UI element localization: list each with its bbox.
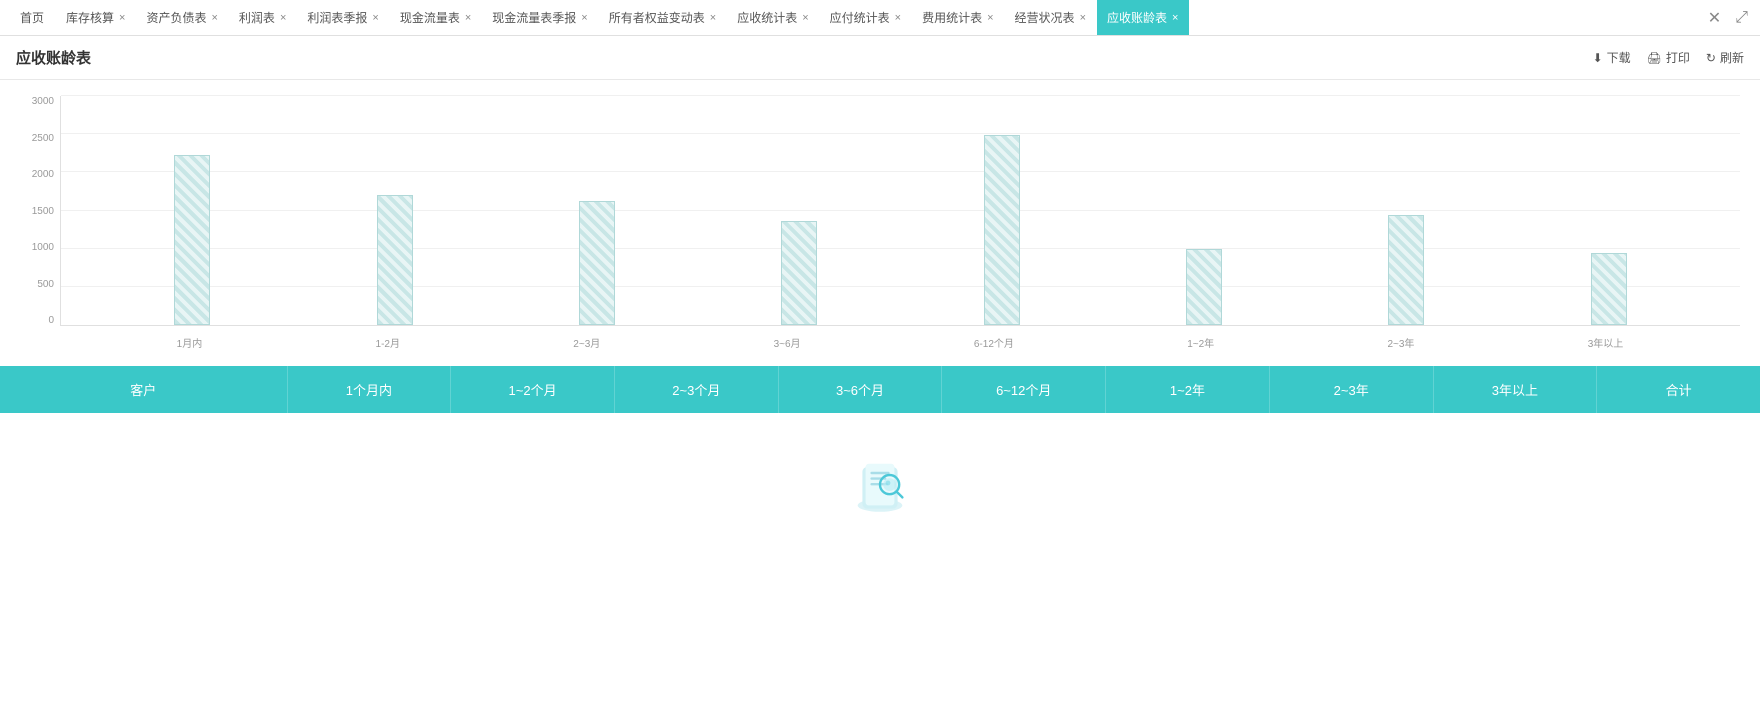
bar-1-2y xyxy=(1186,249,1222,325)
tab-close-icon[interactable]: × xyxy=(710,12,716,24)
maximize-window-button[interactable]: ⤢ xyxy=(1731,7,1752,29)
th-6-12m: 6~12个月 xyxy=(942,366,1106,413)
page-title: 应收账龄表 xyxy=(16,47,91,68)
tab-close-icon[interactable]: × xyxy=(1080,12,1086,24)
close-window-button[interactable]: ✕ xyxy=(1704,6,1725,30)
empty-state xyxy=(0,413,1760,720)
bar-group-2-3m xyxy=(579,201,615,325)
tab-cashflow[interactable]: 现金流量表 × xyxy=(390,0,482,36)
main-content: 0 500 1000 1500 2000 2500 3000 xyxy=(0,80,1760,720)
bar-2-3y xyxy=(1388,215,1424,325)
print-icon: 🖨 xyxy=(1647,51,1662,65)
tab-home[interactable]: 首页 xyxy=(8,9,56,26)
chart-container: 0 500 1000 1500 2000 2500 3000 xyxy=(20,96,1740,356)
tab-balance-sheet[interactable]: 资产负债表 × xyxy=(136,0,228,36)
refresh-button[interactable]: ↻ 刷新 xyxy=(1706,49,1744,66)
th-2-3m: 2~3个月 xyxy=(615,366,779,413)
bars-area xyxy=(61,96,1740,325)
bar-group-3y-plus xyxy=(1591,253,1627,325)
chart-area: 0 500 1000 1500 2000 2500 3000 xyxy=(0,80,1760,366)
x-label-3-6m: 3~6月 xyxy=(774,335,801,350)
th-2-3y: 2~3年 xyxy=(1270,366,1434,413)
tab-equity[interactable]: 所有者权益变动表 × xyxy=(599,0,727,36)
th-3y-plus: 3年以上 xyxy=(1434,366,1598,413)
x-label-1-2m: 1-2月 xyxy=(376,335,400,350)
th-1-2y: 1~2年 xyxy=(1106,366,1270,413)
y-label-1000: 1000 xyxy=(32,242,54,253)
th-1-2m: 1~2个月 xyxy=(451,366,615,413)
print-button[interactable]: 🖨 打印 xyxy=(1647,49,1690,66)
y-label-1500: 1500 xyxy=(32,206,54,217)
tab-close-icon[interactable]: × xyxy=(119,12,125,24)
bar-group-1-2y xyxy=(1186,249,1222,325)
x-label-2-3m: 2~3月 xyxy=(573,335,600,350)
th-total: 合计 xyxy=(1597,366,1760,413)
tab-cashflow-quarterly[interactable]: 现金流量表季报 × xyxy=(482,0,598,36)
th-1m: 1个月内 xyxy=(288,366,452,413)
bar-group-3-6m xyxy=(781,221,817,325)
tab-close-icon[interactable]: × xyxy=(987,12,993,24)
x-axis: 1月内 1-2月 2~3月 3~6月 6-12个月 1~2年 2~3年 3年以上 xyxy=(60,328,1740,356)
y-label-2000: 2000 xyxy=(32,169,54,180)
tab-ar-aging[interactable]: 应收账龄表 × xyxy=(1097,0,1189,36)
no-data-illustration xyxy=(840,443,920,523)
tab-inventory[interactable]: 库存核算 × xyxy=(56,0,136,36)
tab-profit[interactable]: 利润表 × xyxy=(229,0,297,36)
refresh-icon: ↻ xyxy=(1706,51,1716,65)
tab-close-icon[interactable]: × xyxy=(211,12,217,24)
bar-group-6-12m xyxy=(984,135,1020,325)
tab-close-icon[interactable]: × xyxy=(1172,12,1178,24)
table-header: 客户 1个月内 1~2个月 2~3个月 3~6个月 6~12个月 1~2年 2~… xyxy=(0,366,1760,413)
tab-close-icon[interactable]: × xyxy=(465,12,471,24)
tab-close-icon[interactable]: × xyxy=(581,12,587,24)
bar-group-2-3y xyxy=(1388,215,1424,325)
x-label-6-12m: 6-12个月 xyxy=(974,335,1014,350)
bar-1-2m xyxy=(377,195,413,325)
page-actions: ⬇ 下载 🖨 打印 ↻ 刷新 xyxy=(1593,49,1744,66)
tab-close-icon[interactable]: × xyxy=(280,12,286,24)
th-3-6m: 3~6个月 xyxy=(779,366,943,413)
bar-3-6m xyxy=(781,221,817,325)
y-axis: 0 500 1000 1500 2000 2500 3000 xyxy=(20,96,60,326)
tab-close-icon[interactable]: × xyxy=(802,12,808,24)
y-label-500: 500 xyxy=(37,279,54,290)
y-label-3000: 3000 xyxy=(32,96,54,107)
th-customer: 客户 xyxy=(0,366,288,413)
download-icon: ⬇ xyxy=(1593,51,1603,65)
x-label-3y-plus: 3年以上 xyxy=(1588,335,1624,350)
download-button[interactable]: ⬇ 下载 xyxy=(1593,49,1631,66)
bar-2-3m xyxy=(579,201,615,325)
x-label-1m: 1月内 xyxy=(177,335,203,350)
y-label-0: 0 xyxy=(48,315,54,326)
chart-inner xyxy=(60,96,1740,326)
tab-expense-stat[interactable]: 费用统计表 × xyxy=(912,0,1004,36)
x-label-1-2y: 1~2年 xyxy=(1187,335,1214,350)
tab-close-icon[interactable]: × xyxy=(372,12,378,24)
bar-group-1-2m xyxy=(377,195,413,325)
page-header: 应收账龄表 ⬇ 下载 🖨 打印 ↻ 刷新 xyxy=(0,36,1760,80)
tab-bar: 首页 库存核算 × 资产负债表 × 利润表 × 利润表季报 × 现金流量表 × … xyxy=(0,0,1760,36)
bar-3y-plus xyxy=(1591,253,1627,325)
tab-ap-stat[interactable]: 应付统计表 × xyxy=(820,0,912,36)
tab-profit-quarterly[interactable]: 利润表季报 × xyxy=(297,0,389,36)
tab-close-icon[interactable]: × xyxy=(895,12,901,24)
bar-6-12m xyxy=(984,135,1020,325)
window-controls: ✕ ⤢ xyxy=(1704,6,1752,30)
bar-1m xyxy=(174,155,210,325)
bar-group-1m xyxy=(174,155,210,325)
tab-operation[interactable]: 经营状况表 × xyxy=(1005,0,1097,36)
x-label-2-3y: 2~3年 xyxy=(1387,335,1414,350)
tab-ar-stat[interactable]: 应收统计表 × xyxy=(727,0,819,36)
y-label-2500: 2500 xyxy=(32,133,54,144)
